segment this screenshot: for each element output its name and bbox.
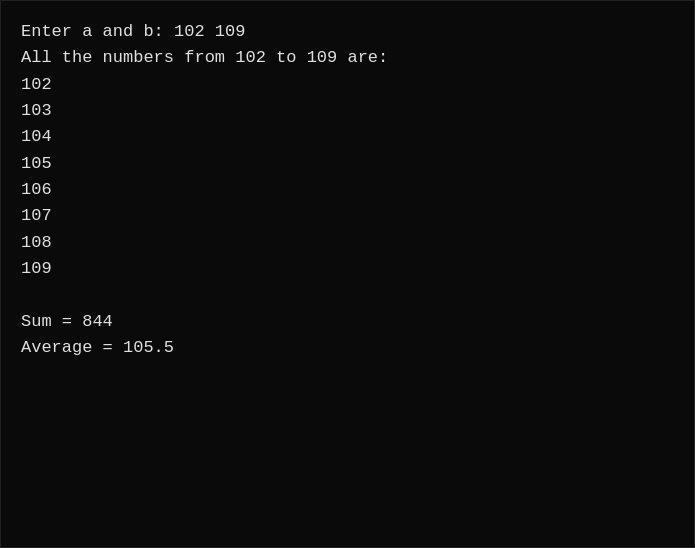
blank-line <box>21 282 674 308</box>
terminal-window: Enter a and b: 102 109 All the numbers f… <box>0 0 695 548</box>
sum-line: Sum = 844 <box>21 309 674 335</box>
number-106: 106 <box>21 177 674 203</box>
input-line: Enter a and b: 102 109 <box>21 19 674 45</box>
number-105: 105 <box>21 151 674 177</box>
range-line: All the numbers from 102 to 109 are: <box>21 45 674 71</box>
average-line: Average = 105.5 <box>21 335 674 361</box>
number-102: 102 <box>21 72 674 98</box>
number-109: 109 <box>21 256 674 282</box>
number-108: 108 <box>21 230 674 256</box>
number-107: 107 <box>21 203 674 229</box>
number-104: 104 <box>21 124 674 150</box>
number-103: 103 <box>21 98 674 124</box>
